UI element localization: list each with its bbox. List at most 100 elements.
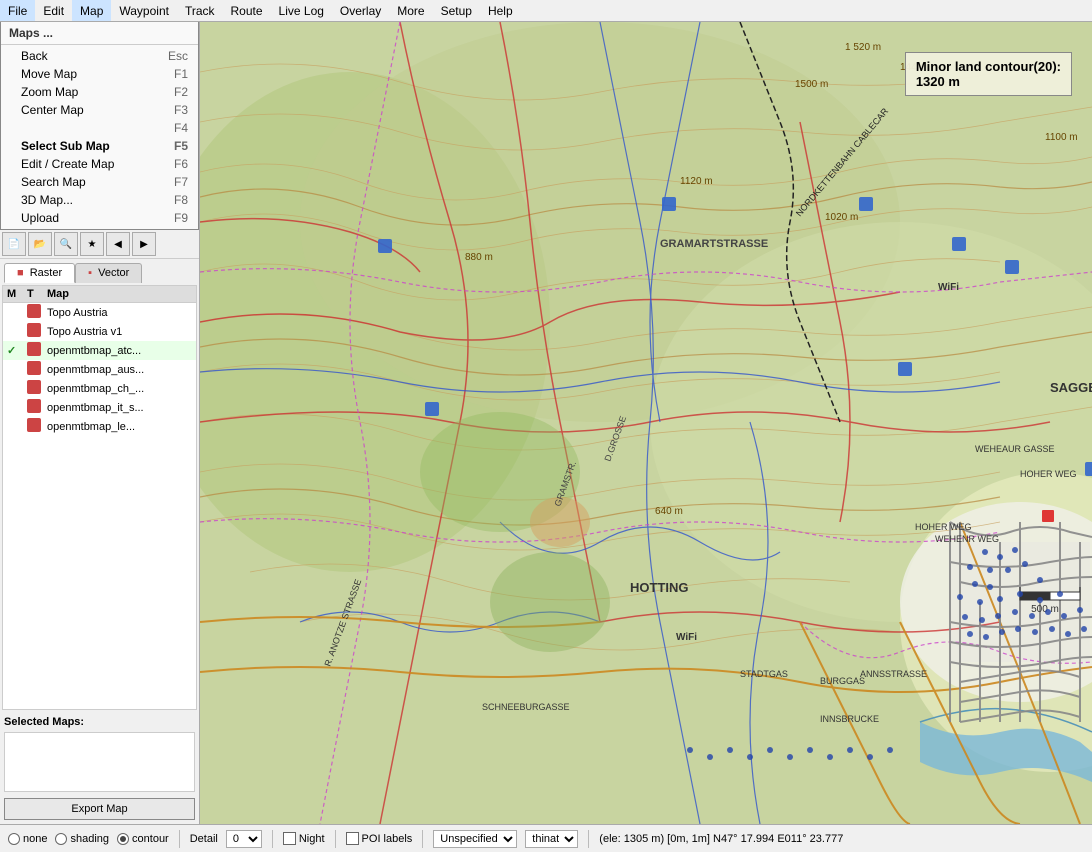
radio-shading[interactable]: shading: [55, 833, 109, 845]
map-row-openmtbmap-le[interactable]: openmtbmap_le...: [3, 417, 196, 436]
svg-text:500 m: 500 m: [1031, 604, 1059, 615]
tb-prev[interactable]: ◀: [106, 232, 130, 256]
menu-track[interactable]: Track: [177, 0, 223, 21]
tb-open[interactable]: 📂: [28, 232, 52, 256]
selected-maps-label: Selected Maps:: [0, 712, 199, 730]
menu-waypoint[interactable]: Waypoint: [111, 0, 177, 21]
menu-file[interactable]: File: [0, 0, 35, 21]
svg-text:SCHNEEBURGASSE: SCHNEEBURGASSE: [482, 702, 570, 712]
tab-vector[interactable]: ▪ Vector: [75, 263, 142, 283]
tb-next[interactable]: ▶: [132, 232, 156, 256]
sep1: [179, 830, 180, 848]
map-svg: GRAMARTSTRASSE HOTTING SAGGEN 1 520 m 15…: [200, 22, 1092, 824]
svg-text:1100 m: 1100 m: [1045, 132, 1078, 143]
menu-edit-create-map[interactable]: Edit / Create Map F6: [1, 155, 198, 173]
svg-text:SAGGEN: SAGGEN: [1050, 380, 1092, 395]
svg-text:WEHEAUR GASSE: WEHEAUR GASSE: [975, 444, 1055, 454]
tb-star[interactable]: ★: [80, 232, 104, 256]
map-tooltip: Minor land contour(20): 1320 m: [905, 52, 1072, 96]
night-label: Night: [299, 833, 325, 845]
menu-overlay[interactable]: Overlay: [332, 0, 389, 21]
coords-display: (ele: 1305 m) [0m, 1m] N47° 17.994 E011°…: [599, 833, 843, 845]
toolbar: 📄 📂 🔍 ★ ◀ ▶: [0, 230, 199, 259]
tooltip-title: Minor land contour(20):: [916, 59, 1061, 74]
svg-text:INNSBRUCKE: INNSBRUCKE: [820, 714, 879, 724]
menubar: File Edit Map Waypoint Track Route Live …: [0, 0, 1092, 22]
shading-label: shading: [70, 833, 109, 845]
map-menu-title: Maps ...: [1, 24, 198, 42]
sep5: [588, 830, 589, 848]
poi-label: POI labels: [362, 833, 413, 845]
sep3: [335, 830, 336, 848]
contour-label: contour: [132, 833, 169, 845]
map-tabs: ■ Raster ▪ Vector: [0, 259, 199, 283]
menu-upload[interactable]: Upload F9: [1, 209, 198, 227]
svg-text:ANNSSTRASSE: ANNSSTRASSE: [860, 669, 927, 679]
svg-text:1 520 m: 1 520 m: [845, 42, 881, 53]
svg-text:1500 m: 1500 m: [795, 79, 828, 90]
map-row-topo-austria[interactable]: Topo Austria: [3, 303, 196, 322]
svg-text:640 m: 640 m: [655, 506, 683, 517]
night-checkbox[interactable]: [283, 832, 296, 845]
unspecified-select[interactable]: Unspecified: [433, 830, 517, 848]
menu-3d-map[interactable]: 3D Map... F8: [1, 191, 198, 209]
menu-route[interactable]: Route: [223, 0, 271, 21]
svg-text:BURGGAS: BURGGAS: [820, 676, 865, 686]
menu-edit[interactable]: Edit: [35, 0, 72, 21]
menu-back[interactable]: Back Esc: [1, 47, 198, 65]
main-area: Maps ... Back Esc Move Map F1 Zoom Map F…: [0, 22, 1092, 824]
svg-text:HOHER WEG: HOHER WEG: [1020, 469, 1077, 479]
map-row-openmtbmap-aus[interactable]: openmtbmap_aus...: [3, 360, 196, 379]
left-panel: Maps ... Back Esc Move Map F1 Zoom Map F…: [0, 22, 200, 824]
poi-checkbox[interactable]: [346, 832, 359, 845]
svg-text:HOTTING: HOTTING: [630, 580, 689, 595]
tb-search[interactable]: 🔍: [54, 232, 78, 256]
menu-setup[interactable]: Setup: [433, 0, 480, 21]
menu-search-map[interactable]: Search Map F7: [1, 173, 198, 191]
radio-shading-dot: [55, 833, 67, 845]
thinat-select[interactable]: thinat: [525, 830, 578, 848]
menu-zoom-map[interactable]: Zoom Map F2: [1, 83, 198, 101]
map-row-openmtbmap-atc[interactable]: ✓ openmtbmap_atc...: [3, 341, 196, 360]
detail-label: Detail: [190, 833, 218, 845]
radio-contour-dot: [117, 833, 129, 845]
svg-text:GRAMARTSTRASSE: GRAMARTSTRASSE: [660, 238, 768, 250]
svg-text:STADTGAS: STADTGAS: [740, 669, 788, 679]
svg-text:WiFi: WiFi: [938, 282, 959, 293]
detail-select[interactable]: 0 1 2 -1 -2: [226, 830, 262, 848]
svg-text:880 m: 880 m: [465, 252, 493, 263]
menu-select-sub-map[interactable]: Select Sub Map F5: [1, 137, 198, 155]
menu-map[interactable]: Map: [72, 0, 111, 21]
sep4: [422, 830, 423, 848]
svg-text:1120 m: 1120 m: [680, 176, 713, 187]
menu-move-map[interactable]: Move Map F1: [1, 65, 198, 83]
statusbar: none shading contour Detail 0 1 2 -1 -2 …: [0, 824, 1092, 852]
export-map-button[interactable]: Export Map: [4, 798, 195, 820]
menu-livelog[interactable]: Live Log: [271, 0, 332, 21]
svg-text:HOHER WEG: HOHER WEG: [915, 522, 972, 532]
poi-check[interactable]: POI labels: [346, 832, 413, 845]
map-row-openmtbmap-ch[interactable]: openmtbmap_ch_...: [3, 379, 196, 398]
radio-none[interactable]: none: [8, 833, 47, 845]
radio-contour[interactable]: contour: [117, 833, 169, 845]
map-area[interactable]: GRAMARTSTRASSE HOTTING SAGGEN 1 520 m 15…: [200, 22, 1092, 824]
map-row-topo-austria-v1[interactable]: Topo Austria v1: [3, 322, 196, 341]
map-list: M T Map Topo Austria Topo Austria v1 ✓ o…: [2, 285, 197, 710]
menu-f4[interactable]: F4: [1, 119, 198, 137]
svg-text:1020 m: 1020 m: [825, 212, 858, 223]
tb-new[interactable]: 📄: [2, 232, 26, 256]
svg-text:WiFi: WiFi: [676, 632, 697, 643]
menu-help[interactable]: Help: [480, 0, 521, 21]
tooltip-value: 1320 m: [916, 74, 1061, 89]
map-row-openmtbmap-it[interactable]: openmtbmap_it_s...: [3, 398, 196, 417]
radio-none-dot: [8, 833, 20, 845]
menu-more[interactable]: More: [389, 0, 432, 21]
night-check[interactable]: Night: [283, 832, 325, 845]
map-list-header: M T Map: [3, 286, 196, 303]
menu-center-map[interactable]: Center Map F3: [1, 101, 198, 119]
svg-text:WEHENR WEG: WEHENR WEG: [935, 534, 999, 544]
selected-maps-box: [4, 732, 195, 792]
none-label: none: [23, 833, 47, 845]
tab-raster[interactable]: ■ Raster: [4, 263, 75, 283]
map-dropdown-menu: Maps ... Back Esc Move Map F1 Zoom Map F…: [0, 22, 199, 230]
